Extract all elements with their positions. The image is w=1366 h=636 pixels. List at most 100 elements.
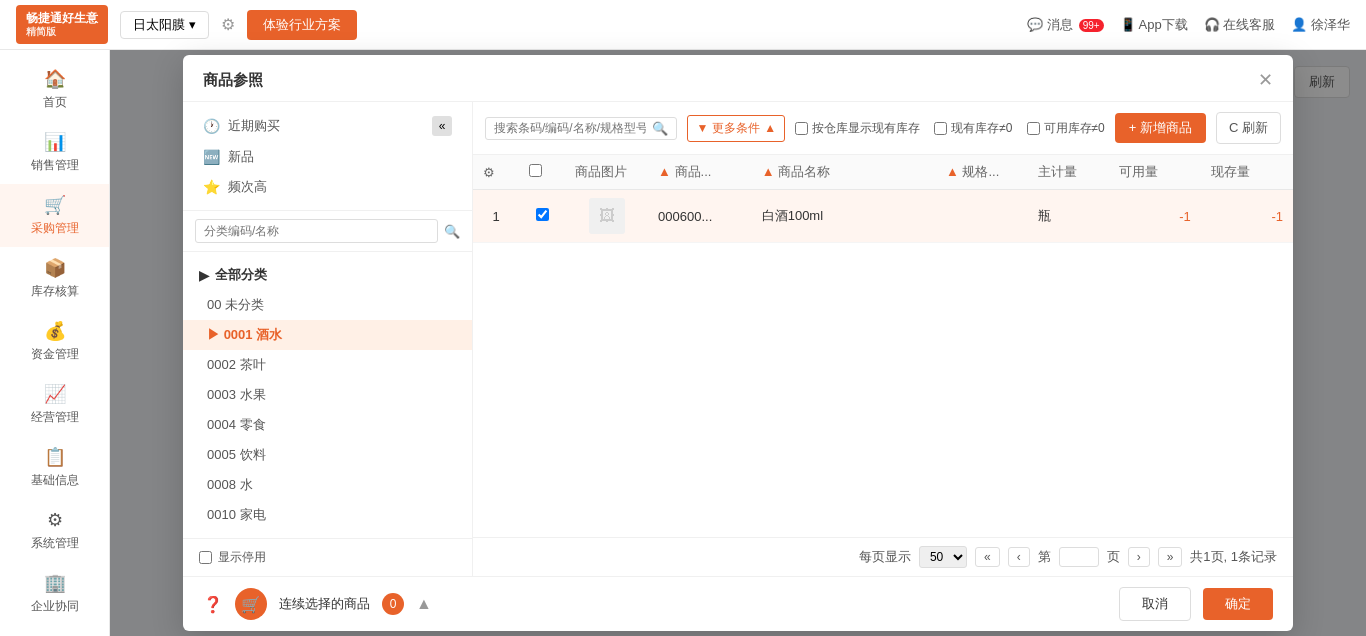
modal-title: 商品参照 bbox=[203, 71, 263, 90]
product-reference-modal: 商品参照 ✕ 🕐 近期购买 « � bbox=[183, 55, 1293, 631]
online-service[interactable]: 🎧 在线客服 bbox=[1204, 16, 1276, 34]
sort-icon-name: ▲ bbox=[762, 164, 775, 179]
sidebar-item-home[interactable]: 🏠 首页 bbox=[0, 58, 109, 121]
category-search-icon[interactable]: 🔍 bbox=[444, 224, 460, 239]
row-code: 000600... bbox=[648, 190, 752, 243]
modal-footer: ❓ 🛒 连续选择的商品 0 ▲ 取消 确定 bbox=[183, 576, 1293, 631]
exist-stock-checkbox[interactable] bbox=[934, 122, 947, 135]
checkbox-exist-stock[interactable]: 现有库存≠0 bbox=[934, 120, 1012, 137]
category-search-row: 🔍 bbox=[183, 211, 472, 252]
app-download[interactable]: 📱 App下载 bbox=[1120, 16, 1188, 34]
modal-close-btn[interactable]: ✕ bbox=[1258, 69, 1273, 91]
continuous-label: 连续选择的商品 bbox=[279, 595, 370, 613]
quick-new[interactable]: 🆕 新品 bbox=[195, 142, 460, 172]
product-panel: 🔍 ▼ 更多条件 ▲ 按仓库显示现有库存 bbox=[473, 102, 1293, 576]
by-warehouse-checkbox[interactable] bbox=[795, 122, 808, 135]
search-icon[interactable]: 🔍 bbox=[652, 121, 668, 136]
page-number-input[interactable]: 1 bbox=[1059, 547, 1099, 567]
next-page-btn[interactable]: › bbox=[1128, 547, 1150, 567]
cat-item-0003[interactable]: 0003 水果 bbox=[183, 380, 472, 410]
sidebar-item-system[interactable]: ⚙ 系统管理 bbox=[0, 499, 109, 562]
filter-icon: ▼ bbox=[696, 121, 708, 135]
display-disabled-checkbox[interactable] bbox=[199, 551, 212, 564]
row-select-checkbox[interactable] bbox=[536, 208, 549, 221]
category-panel: 🕐 近期购买 « 🆕 新品 ⭐ 频次高 bbox=[183, 102, 473, 576]
help-icon[interactable]: ❓ bbox=[203, 595, 223, 614]
product-search-bar: 🔍 bbox=[485, 117, 677, 140]
cancel-btn[interactable]: 取消 bbox=[1119, 587, 1191, 621]
more-filter-btn[interactable]: ▼ 更多条件 ▲ bbox=[687, 115, 785, 142]
cart-button[interactable]: 🛒 bbox=[235, 588, 267, 620]
table-body: 1 🖼 00 bbox=[473, 190, 1293, 243]
finance-icon: 💰 bbox=[44, 320, 66, 342]
company-dropdown[interactable]: 日太阳膜 ▾ bbox=[120, 11, 209, 39]
table-row[interactable]: 1 🖼 00 bbox=[473, 190, 1293, 243]
last-page-btn[interactable]: » bbox=[1158, 547, 1183, 567]
refresh-btn[interactable]: C 刷新 bbox=[1216, 112, 1281, 144]
first-page-btn[interactable]: « bbox=[975, 547, 1000, 567]
th-stock[interactable]: 现存量 bbox=[1201, 155, 1293, 190]
row-checkbox[interactable] bbox=[519, 190, 565, 243]
cat-item-0002[interactable]: 0002 茶叶 bbox=[183, 350, 472, 380]
cat-item-0004[interactable]: 0004 零食 bbox=[183, 410, 472, 440]
quick-recent[interactable]: 🕐 近期购买 « bbox=[195, 110, 460, 142]
th-check[interactable] bbox=[519, 155, 565, 190]
th-unit[interactable]: 主计量 bbox=[1028, 155, 1109, 190]
th-name[interactable]: ▲ 商品名称 bbox=[752, 155, 936, 190]
confirm-btn[interactable]: 确定 bbox=[1203, 588, 1273, 620]
sidebar-item-enterprise[interactable]: 🏢 企业协同 bbox=[0, 562, 109, 625]
row-available: -1 bbox=[1109, 190, 1201, 243]
product-image: 🖼 bbox=[589, 198, 625, 234]
product-table: ⚙ 商品图片 ▲ 商品... bbox=[473, 155, 1293, 243]
cat-item-0008[interactable]: 0008 水 bbox=[183, 470, 472, 500]
quick-access: 🕐 近期购买 « 🆕 新品 ⭐ 频次高 bbox=[183, 102, 472, 211]
th-settings[interactable]: ⚙ bbox=[473, 155, 519, 190]
message-icon[interactable]: 💬 消息 99+ bbox=[1027, 16, 1103, 34]
checkbox-by-warehouse[interactable]: 按仓库显示现有库存 bbox=[795, 120, 920, 137]
checkbox-avail-stock[interactable]: 可用库存≠0 bbox=[1027, 120, 1105, 137]
enterprise-icon: 🏢 bbox=[44, 572, 66, 594]
operation-icon: 📈 bbox=[44, 383, 66, 405]
cat-item-0005[interactable]: 0005 饮料 bbox=[183, 440, 472, 470]
sidebar-item-operation[interactable]: 📈 经营管理 bbox=[0, 373, 109, 436]
home-icon: 🏠 bbox=[44, 68, 66, 90]
cat-item-0010[interactable]: 0010 家电 bbox=[183, 500, 472, 530]
gear-icon[interactable]: ⚙ bbox=[221, 15, 235, 34]
select-all-checkbox[interactable] bbox=[529, 164, 542, 177]
sidebar-item-guide[interactable]: 🆕 新手引导 bbox=[0, 625, 109, 636]
product-search-input[interactable] bbox=[494, 121, 646, 135]
quick-frequent[interactable]: ⭐ 频次高 bbox=[195, 172, 460, 202]
inventory-icon: 📦 bbox=[44, 257, 66, 279]
checkbox-group: 按仓库显示现有库存 现有库存≠0 可用库存≠0 bbox=[795, 120, 1105, 137]
logo-area: 畅捷通好生意 精简版 bbox=[16, 5, 108, 43]
user-avatar[interactable]: 👤 徐泽华 bbox=[1291, 16, 1350, 34]
prev-page-btn[interactable]: ‹ bbox=[1008, 547, 1030, 567]
th-image[interactable]: 商品图片 bbox=[565, 155, 648, 190]
sidebar-item-finance[interactable]: 💰 资金管理 bbox=[0, 310, 109, 373]
sales-icon: 📊 bbox=[44, 131, 66, 153]
sidebar-item-inventory[interactable]: 📦 库存核算 bbox=[0, 247, 109, 310]
add-product-btn[interactable]: + 新增商品 bbox=[1115, 113, 1206, 143]
sidebar-item-purchase[interactable]: 🛒 采购管理 bbox=[0, 184, 109, 247]
avail-stock-checkbox[interactable] bbox=[1027, 122, 1040, 135]
sidebar-item-sales[interactable]: 📊 销售管理 bbox=[0, 121, 109, 184]
pagination-row: 每页显示 50 « ‹ 第 1 页 › » 共1页, 1条记录 bbox=[473, 537, 1293, 576]
th-code[interactable]: ▲ 商品... bbox=[648, 155, 752, 190]
sidebar-item-basicinfo[interactable]: 📋 基础信息 bbox=[0, 436, 109, 499]
collapse-footer-icon[interactable]: ▲ bbox=[416, 595, 432, 613]
page-size-select[interactable]: 50 bbox=[919, 546, 967, 568]
cat-all-group[interactable]: ▶ 全部分类 bbox=[183, 260, 472, 290]
th-spec[interactable]: ▲ 规格... bbox=[936, 155, 1028, 190]
expand-icon: ▶ bbox=[199, 268, 209, 283]
sort-icon: ▲ bbox=[658, 164, 671, 179]
cat-item-00[interactable]: 00 未分类 bbox=[183, 290, 472, 320]
table-header: ⚙ 商品图片 ▲ 商品... bbox=[473, 155, 1293, 190]
product-toolbar: 🔍 ▼ 更多条件 ▲ 按仓库显示现有库存 bbox=[473, 102, 1293, 155]
category-search-input[interactable] bbox=[195, 219, 438, 243]
cat-item-0001[interactable]: ▶ 0001 酒水 bbox=[183, 320, 472, 350]
sort-icon-spec: ▲ bbox=[946, 164, 959, 179]
display-disabled-row: 显示停用 bbox=[183, 538, 472, 576]
experience-btn[interactable]: 体验行业方案 bbox=[247, 10, 357, 40]
collapse-panel-btn[interactable]: « bbox=[432, 116, 452, 136]
th-available[interactable]: 可用量 bbox=[1109, 155, 1201, 190]
